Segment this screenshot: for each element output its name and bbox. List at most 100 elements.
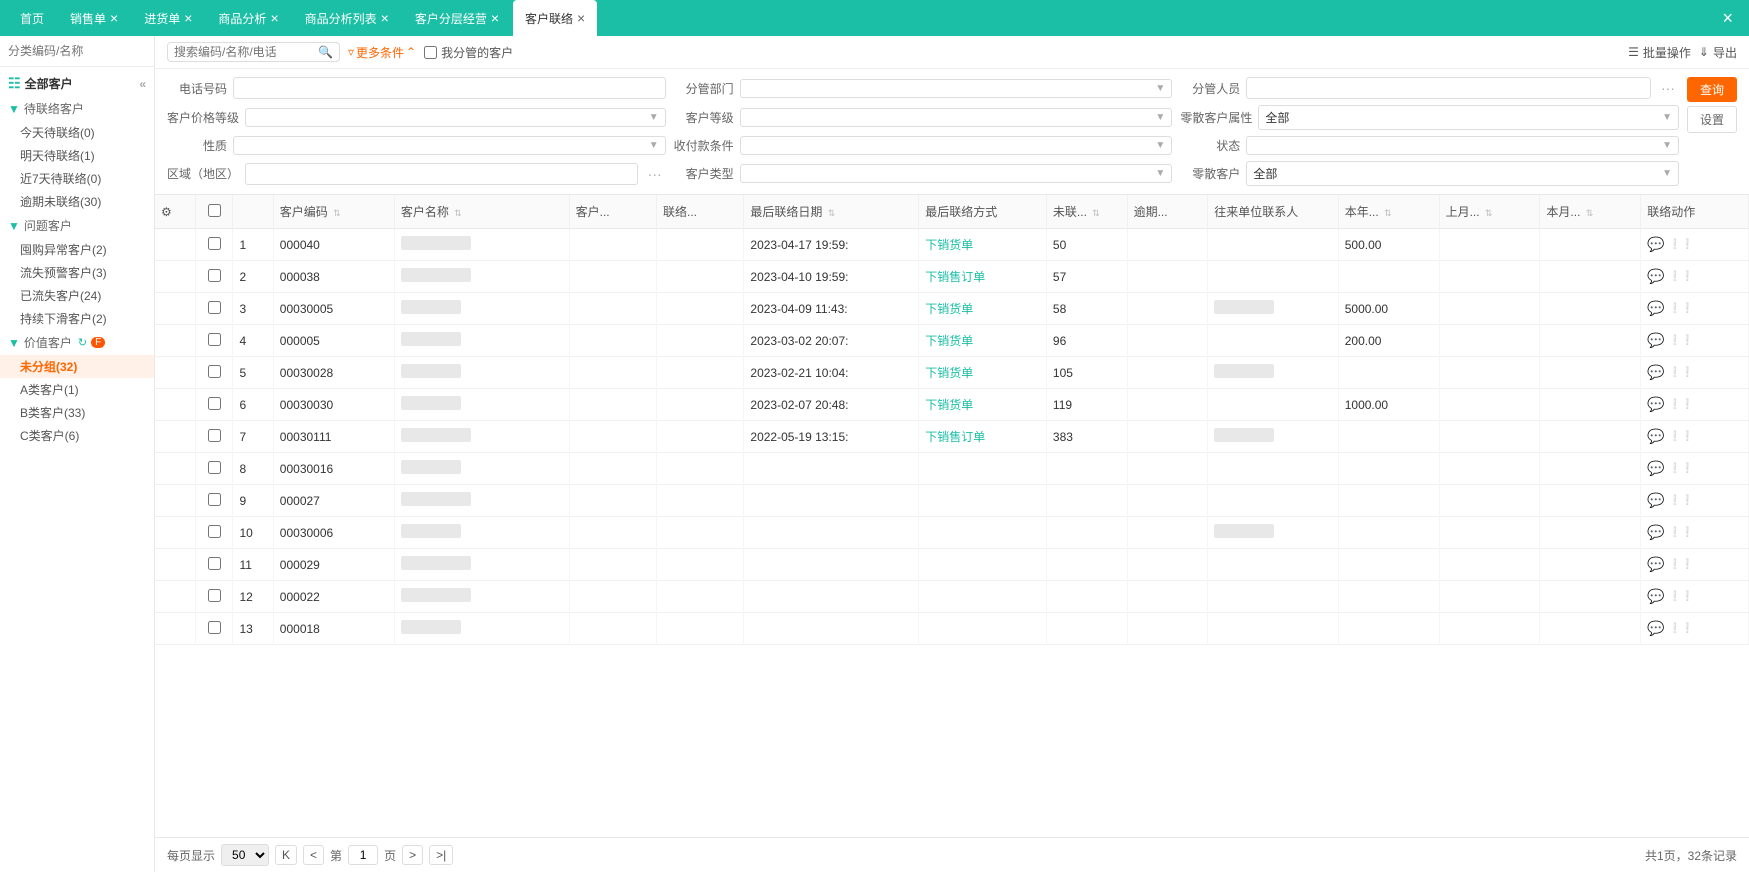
- contact-action-icon[interactable]: 💬: [1647, 332, 1664, 349]
- row-checkbox[interactable]: [208, 365, 221, 378]
- col-name[interactable]: 客户名称 ⇅: [394, 195, 569, 229]
- contact-action-icon[interactable]: 💬: [1647, 524, 1664, 541]
- main-search-input[interactable]: [174, 45, 314, 59]
- close-sales-tab[interactable]: ×: [110, 10, 118, 26]
- sidebar-item-churn-warning[interactable]: 流失预警客户(3): [0, 261, 154, 284]
- col-inter-contact[interactable]: 往来单位联系人: [1208, 195, 1338, 229]
- close-customer-segment-tab[interactable]: ×: [491, 10, 499, 26]
- sidebar-item-overdue-pending[interactable]: 逾期未联络(30): [0, 190, 154, 213]
- row-last-contact-method[interactable]: [919, 453, 1047, 485]
- contact-action-icon[interactable]: 💬: [1647, 460, 1664, 477]
- contact-method-link[interactable]: 下销货单: [925, 366, 973, 380]
- query-button[interactable]: 查询: [1687, 77, 1737, 102]
- nav-tab-home[interactable]: 首页: [8, 0, 56, 36]
- dept-select[interactable]: ▼: [740, 79, 1173, 98]
- contact-action-icon[interactable]: 💬: [1647, 236, 1664, 253]
- sidebar-item-churned[interactable]: 已流失客户(24): [0, 284, 154, 307]
- row-last-contact-method[interactable]: [919, 549, 1047, 581]
- per-page-select[interactable]: 50: [221, 844, 269, 866]
- contact-action-icon[interactable]: 💬: [1647, 396, 1664, 413]
- row-checkbox[interactable]: [208, 429, 221, 442]
- nav-tab-purchase[interactable]: 进货单 ×: [132, 0, 204, 36]
- nav-tab-product-analysis-list[interactable]: 商品分析列表 ×: [293, 0, 401, 36]
- region-dots[interactable]: ···: [644, 166, 666, 182]
- col-settings[interactable]: ⚙: [155, 195, 195, 229]
- contact-method-link[interactable]: 下销售订单: [925, 430, 985, 444]
- sidebar-item-class-a[interactable]: A类客户(1): [0, 378, 154, 401]
- col-this-year[interactable]: 本年... ⇅: [1338, 195, 1439, 229]
- row-last-contact-method[interactable]: [919, 613, 1047, 645]
- more-action-icon[interactable]: ❕❕: [1669, 623, 1694, 634]
- region-input[interactable]: [245, 163, 638, 185]
- more-action-icon[interactable]: ❕❕: [1669, 399, 1694, 410]
- contact-method-link[interactable]: 下销货单: [925, 398, 973, 412]
- page-num-input[interactable]: [348, 845, 378, 865]
- col-category[interactable]: 客户...: [569, 195, 656, 229]
- sidebar-group-pending[interactable]: ▼ 待联络客户: [0, 96, 154, 121]
- last-page-btn[interactable]: >|: [429, 845, 453, 865]
- more-action-icon[interactable]: ❕❕: [1669, 303, 1694, 314]
- all-customers-header[interactable]: ☷ 全部客户 «: [0, 67, 154, 96]
- row-last-contact-method[interactable]: [919, 485, 1047, 517]
- sidebar-item-tomorrow-pending[interactable]: 明天待联络(1): [0, 144, 154, 167]
- manager-input[interactable]: [1246, 77, 1651, 99]
- contact-action-icon[interactable]: 💬: [1647, 364, 1664, 381]
- more-action-icon[interactable]: ❕❕: [1669, 239, 1694, 250]
- contact-action-icon[interactable]: 💬: [1647, 588, 1664, 605]
- sidebar-item-class-b[interactable]: B类客户(33): [0, 401, 154, 424]
- more-action-icon[interactable]: ❕❕: [1669, 559, 1694, 570]
- payment-select[interactable]: ▼: [740, 136, 1173, 155]
- sidebar-item-declining[interactable]: 持续下滑客户(2): [0, 307, 154, 330]
- nav-tab-customer-segment[interactable]: 客户分层经营 ×: [403, 0, 511, 36]
- contact-action-icon[interactable]: 💬: [1647, 492, 1664, 509]
- row-checkbox[interactable]: [208, 621, 221, 634]
- export-btn[interactable]: ⇓ 导出: [1699, 44, 1737, 61]
- row-last-contact-method[interactable]: 下销货单: [919, 293, 1047, 325]
- col-not-contacted[interactable]: 未联... ⇅: [1046, 195, 1127, 229]
- nav-tab-customer-contact[interactable]: 客户联络 ×: [513, 0, 597, 36]
- col-last-contact-date[interactable]: 最后联络日期 ⇅: [744, 195, 919, 229]
- customer-level-select[interactable]: ▼: [740, 108, 1173, 127]
- col-contact[interactable]: 联络...: [657, 195, 744, 229]
- nav-tab-sales[interactable]: 销售单 ×: [58, 0, 130, 36]
- more-action-icon[interactable]: ❕❕: [1669, 527, 1694, 538]
- more-action-icon[interactable]: ❕❕: [1669, 271, 1694, 282]
- first-page-btn[interactable]: K: [275, 845, 297, 865]
- row-last-contact-method[interactable]: 下销货单: [919, 229, 1047, 261]
- row-checkbox[interactable]: [208, 269, 221, 282]
- col-this-month[interactable]: 本月... ⇅: [1540, 195, 1641, 229]
- more-action-icon[interactable]: ❕❕: [1669, 495, 1694, 506]
- row-last-contact-method[interactable]: 下销售订单: [919, 261, 1047, 293]
- col-last-contact-method[interactable]: 最后联络方式: [919, 195, 1047, 229]
- row-last-contact-method[interactable]: 下销货单: [919, 325, 1047, 357]
- row-last-contact-method[interactable]: 下销货单: [919, 389, 1047, 421]
- col-checkbox[interactable]: [195, 195, 233, 229]
- retail-customer-select[interactable]: 全部 ▼: [1246, 161, 1679, 186]
- more-action-icon[interactable]: ❕❕: [1669, 335, 1694, 346]
- sidebar-group-problem[interactable]: ▼ 问题客户: [0, 213, 154, 238]
- row-checkbox[interactable]: [208, 237, 221, 250]
- contact-action-icon[interactable]: 💬: [1647, 428, 1664, 445]
- contact-method-link[interactable]: 下销货单: [925, 302, 973, 316]
- row-checkbox[interactable]: [208, 301, 221, 314]
- row-last-contact-method[interactable]: [919, 517, 1047, 549]
- retail-attr-select[interactable]: 全部 ▼: [1258, 105, 1679, 130]
- close-purchase-tab[interactable]: ×: [184, 10, 192, 26]
- status-select[interactable]: ▼: [1246, 136, 1679, 155]
- close-product-analysis-tab[interactable]: ×: [270, 10, 278, 26]
- contact-action-icon[interactable]: 💬: [1647, 556, 1664, 573]
- refresh-icon[interactable]: ↻: [78, 336, 87, 349]
- close-customer-contact-tab[interactable]: ×: [577, 10, 585, 26]
- more-action-icon[interactable]: ❕❕: [1669, 367, 1694, 378]
- my-customers-checkbox[interactable]: [424, 46, 437, 59]
- customer-type-select[interactable]: ▼: [740, 164, 1173, 183]
- row-checkbox[interactable]: [208, 525, 221, 538]
- row-last-contact-method[interactable]: 下销货单: [919, 357, 1047, 389]
- contact-action-icon[interactable]: 💬: [1647, 300, 1664, 317]
- contact-method-link[interactable]: 下销货单: [925, 334, 973, 348]
- col-overdue[interactable]: 逾期...: [1127, 195, 1208, 229]
- close-all-tabs[interactable]: ×: [1714, 8, 1741, 29]
- reset-button[interactable]: 设置: [1687, 106, 1737, 133]
- row-last-contact-method[interactable]: [919, 581, 1047, 613]
- row-checkbox[interactable]: [208, 493, 221, 506]
